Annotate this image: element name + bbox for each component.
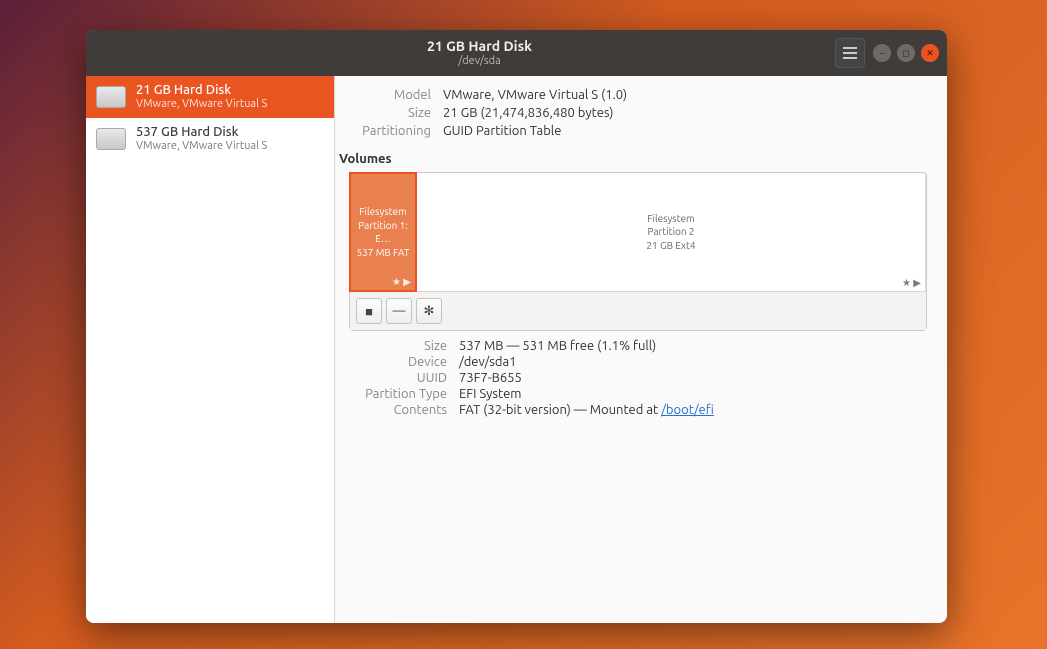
contents-text: FAT (32-bit version) — Mounted at: [459, 403, 661, 417]
device-value: /dev/sda1: [459, 355, 517, 369]
model-label: Model: [335, 88, 443, 102]
partitioning-label: Partitioning: [335, 124, 443, 138]
sidebar-disk-title: 21 GB Hard Disk: [136, 82, 267, 98]
hard-disk-icon: [96, 128, 126, 150]
mount-point-link[interactable]: /boot/efi: [661, 403, 714, 417]
vol-line3: 21 GB Ext4: [646, 239, 695, 253]
sidebar-disk-sub: VMware, VMware Virtual S: [136, 98, 267, 112]
sidebar-disk-title: 537 GB Hard Disk: [136, 124, 267, 140]
volume-strip: FilesystemPartition 1: E…537 MB FAT★ ▶Fi…: [350, 173, 926, 291]
ptype-label: Partition Type: [335, 387, 459, 401]
ptype-value: EFI System: [459, 387, 521, 401]
contents-value: FAT (32-bit version) — Mounted at /boot/…: [459, 403, 714, 417]
vol-line2: Partition 1: E…: [351, 219, 415, 246]
maximize-button[interactable]: ◻: [897, 44, 915, 62]
window-controls: – ◻ ✕: [873, 44, 939, 62]
uuid-label: UUID: [335, 371, 459, 385]
close-button[interactable]: ✕: [921, 44, 939, 62]
disk-sidebar: 21 GB Hard Disk VMware, VMware Virtual S…: [86, 76, 335, 623]
vol-line2: Partition 2: [647, 225, 694, 239]
hard-disk-icon: [96, 86, 126, 108]
volume-partition-0[interactable]: FilesystemPartition 1: E…537 MB FAT ★ ▶: [349, 172, 417, 292]
sidebar-disk-0[interactable]: 21 GB Hard Disk VMware, VMware Virtual S: [86, 76, 334, 118]
contents-label: Contents: [335, 403, 459, 417]
partition-detail: Size 537 MB — 531 MB free (1.1% full) De…: [335, 337, 927, 419]
window-body: 21 GB Hard Disk VMware, VMware Virtual S…: [86, 76, 947, 623]
psize-value: 537 MB — 531 MB free (1.1% full): [459, 339, 656, 353]
volumes-box: FilesystemPartition 1: E…537 MB FAT★ ▶Fi…: [349, 172, 927, 331]
titlebar: 21 GB Hard Disk /dev/sda – ◻ ✕: [86, 30, 947, 76]
volume-partition-1[interactable]: FilesystemPartition 221 GB Ext4 ★ ▶: [417, 173, 926, 291]
unmount-button[interactable]: ■: [356, 298, 382, 324]
hamburger-menu-button[interactable]: [835, 38, 865, 68]
hamburger-icon: [843, 47, 857, 59]
partitioning-value: GUID Partition Table: [443, 124, 561, 138]
title-center: 21 GB Hard Disk /dev/sda: [128, 38, 831, 68]
uuid-value: 73F7-B655: [459, 371, 522, 385]
vol-indicators: ★ ▶: [392, 275, 411, 289]
volumes-header: Volumes: [339, 152, 927, 166]
device-label: Device: [335, 355, 459, 369]
sidebar-disk-sub: VMware, VMware Virtual S: [136, 140, 267, 154]
vol-line3: 537 MB FAT: [357, 246, 410, 260]
minimize-button[interactable]: –: [873, 44, 891, 62]
model-value: VMware, VMware Virtual S (1.0): [443, 88, 627, 102]
vol-indicators: ★ ▶: [902, 276, 921, 290]
vol-line1: Filesystem: [647, 212, 694, 226]
sidebar-disk-1[interactable]: 537 GB Hard Disk VMware, VMware Virtual …: [86, 118, 334, 160]
main-panel: Model VMware, VMware Virtual S (1.0) Siz…: [335, 76, 947, 623]
size-label: Size: [335, 106, 443, 120]
delete-partition-button[interactable]: —: [386, 298, 412, 324]
vol-line1: Filesystem: [359, 205, 406, 219]
volume-toolbar: ■ — ✻: [350, 291, 926, 330]
partition-options-button[interactable]: ✻: [416, 298, 442, 324]
disks-window: 21 GB Hard Disk /dev/sda – ◻ ✕ 21 GB Har…: [86, 30, 947, 623]
psize-label: Size: [335, 339, 459, 353]
window-subtitle: /dev/sda: [128, 55, 831, 68]
size-value: 21 GB (21,474,836,480 bytes): [443, 106, 613, 120]
window-title: 21 GB Hard Disk: [128, 38, 831, 55]
